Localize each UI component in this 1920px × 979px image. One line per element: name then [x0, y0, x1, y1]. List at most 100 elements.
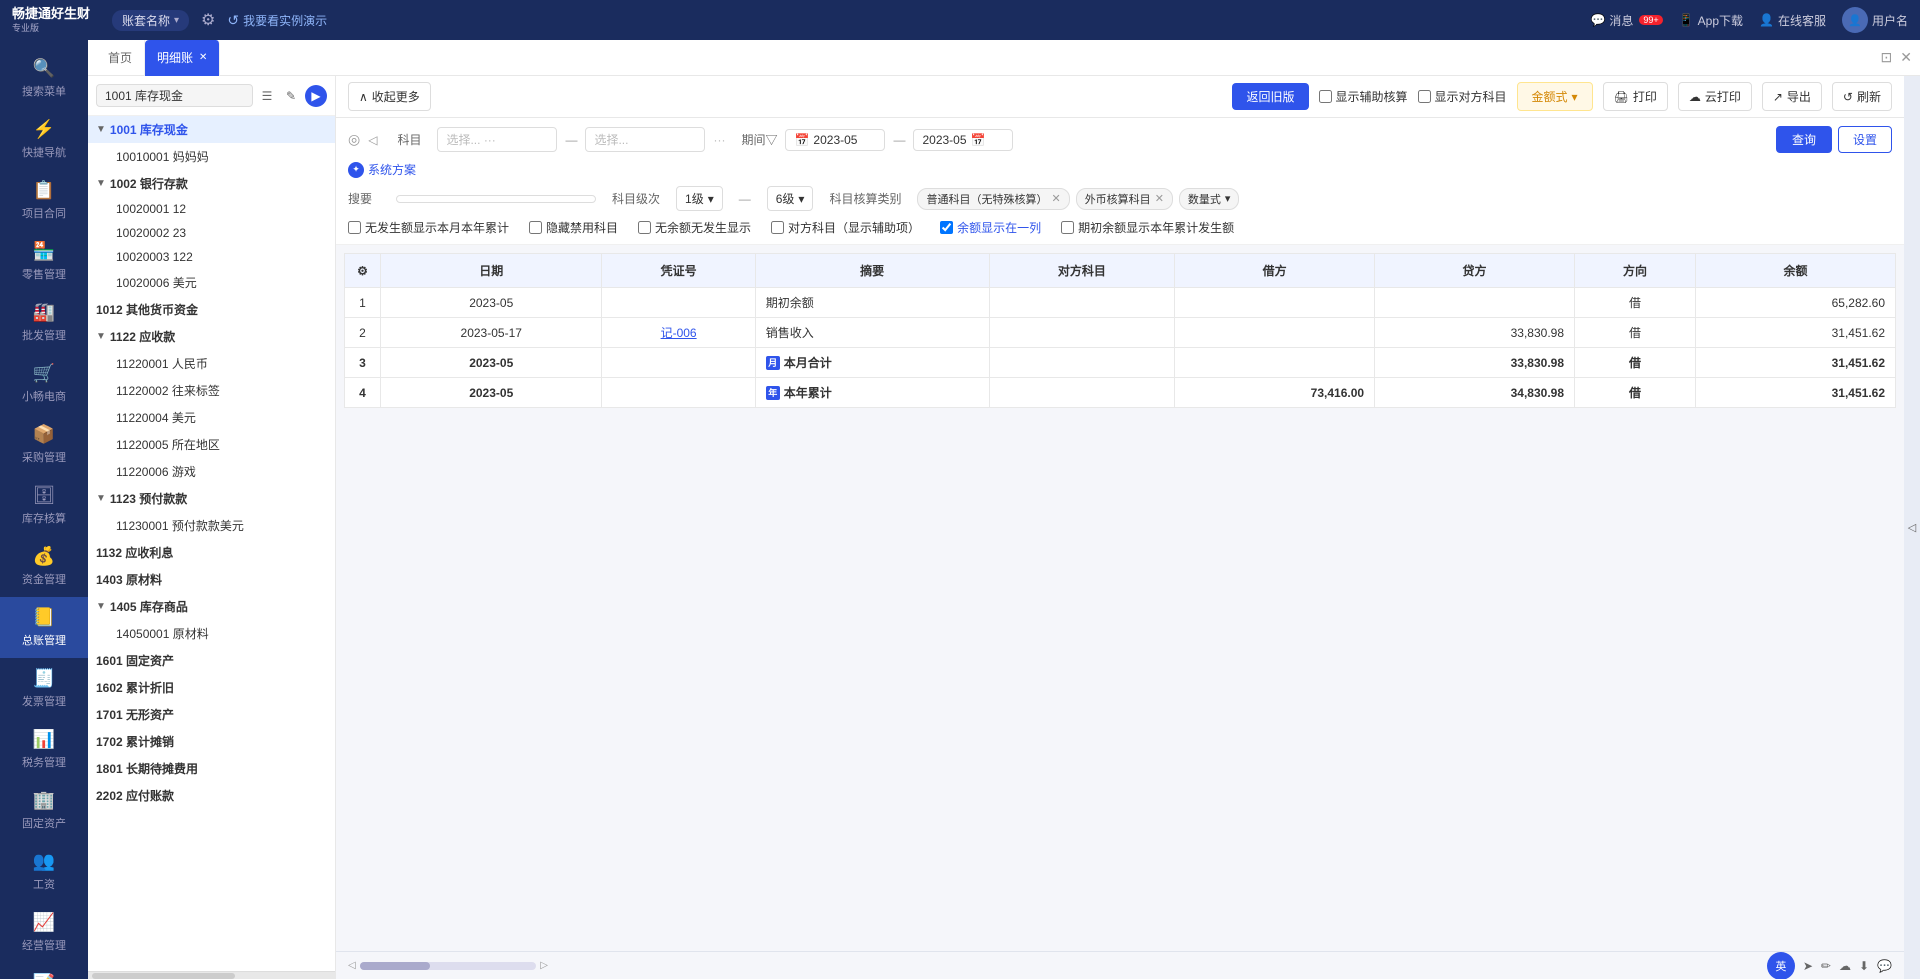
online-service-btn[interactable]: 👤 在线客服	[1759, 12, 1826, 29]
bottom-cloud-icon[interactable]: ☁	[1839, 959, 1851, 973]
list-item[interactable]: 1012 其他货币资金	[88, 296, 335, 323]
period-start-input[interactable]: 📅 2023-05	[785, 129, 885, 151]
sidebar-item-retail[interactable]: 🏪 零售管理	[0, 231, 88, 292]
account-from-input[interactable]: 选择... ···	[437, 127, 557, 152]
scroll-right-icon[interactable]: ▷	[540, 960, 548, 971]
category-tag-foreign[interactable]: 外币核算科目 ✕	[1076, 188, 1173, 210]
list-item[interactable]: 11220004 美元	[88, 404, 335, 431]
print-btn[interactable]: 🖨 打印	[1603, 82, 1668, 111]
list-item[interactable]: 1403 原材料	[88, 566, 335, 593]
settings-btn[interactable]: 设置	[1838, 126, 1892, 153]
list-item[interactable]: 1801 长期待摊费用	[88, 755, 335, 782]
query-filter-icon[interactable]: ◎	[348, 131, 360, 148]
list-item[interactable]: 1601 固定资产	[88, 647, 335, 674]
export-btn[interactable]: ↗ 导出	[1762, 82, 1822, 111]
list-item[interactable]: 1132 应收利息	[88, 539, 335, 566]
sidebar-item-operations[interactable]: 📈 经营管理	[0, 902, 88, 963]
list-item[interactable]: ▼ 1123 预付款款	[88, 485, 335, 512]
list-item[interactable]: ▼ 1122 应收款	[88, 323, 335, 350]
scroll-left-icon[interactable]: ◁	[348, 960, 356, 971]
list-item[interactable]: 10020006 美元	[88, 269, 335, 296]
tab-home[interactable]: 首页	[96, 40, 145, 76]
sidebar-item-contract[interactable]: 📋 项目合同	[0, 170, 88, 231]
list-item[interactable]: 10020002 23	[88, 221, 335, 245]
filter-arrow-btn[interactable]: ◁	[368, 133, 377, 147]
tab-detail[interactable]: 明细账 ✕	[145, 40, 220, 76]
sidebar-item-tax[interactable]: 📊 税务管理	[0, 719, 88, 780]
period-end-input[interactable]: 2023-05 📅	[913, 129, 1013, 151]
list-item[interactable]: 2202 应付账款	[88, 782, 335, 809]
sidebar-item-invoice[interactable]: 🧾 发票管理	[0, 658, 88, 719]
checkbox-hide-disabled[interactable]: 隐藏禁用科目	[529, 219, 618, 236]
close-window-icon[interactable]: ✕	[1900, 49, 1912, 66]
col-settings[interactable]: ⚙	[345, 254, 381, 288]
list-item[interactable]: 10020003 122	[88, 245, 335, 269]
account-to-input[interactable]: 选择...	[585, 127, 705, 152]
expand-filter-btn[interactable]: ∧ 收起更多	[348, 82, 431, 111]
message-btn[interactable]: 💬 消息 99+	[1590, 12, 1662, 29]
list-item[interactable]: 1701 无形资产	[88, 701, 335, 728]
category-tag-quantity[interactable]: 数量式 ▾	[1179, 188, 1240, 210]
system-plan-btn[interactable]: ✦ 系统方案	[348, 161, 416, 178]
list-item[interactable]: ▼ 1002 银行存款	[88, 170, 335, 197]
tag-close-icon[interactable]: ✕	[1051, 192, 1060, 205]
list-item[interactable]: 1602 累计折旧	[88, 674, 335, 701]
list-item[interactable]: 10010001 妈妈妈	[88, 143, 335, 170]
sidebar-item-salary[interactable]: 👥 工资	[0, 841, 88, 902]
account-tag[interactable]: 1001 库存现金	[96, 84, 253, 107]
sidebar-item-inventory[interactable]: 🗄 库存核算	[0, 475, 88, 536]
checkbox-no-balance[interactable]: 无余额无发生显示	[638, 219, 751, 236]
restore-window-icon[interactable]: ⊡	[1881, 49, 1893, 66]
sidebar-item-wholesale[interactable]: 🏭 批发管理	[0, 292, 88, 353]
bottom-chat-icon[interactable]: 💬	[1877, 959, 1892, 973]
account-selector[interactable]: 账套名称 ▾	[112, 10, 189, 31]
list-item[interactable]: 11230001 预付款款美元	[88, 512, 335, 539]
level-from-select[interactable]: 1级 ▾	[676, 186, 723, 211]
bottom-lang-btn[interactable]: 英	[1767, 952, 1795, 979]
list-item[interactable]: ▼ 1405 库存商品	[88, 593, 335, 620]
bottom-download-icon[interactable]: ⬇	[1859, 959, 1869, 973]
list-item[interactable]: 11220001 人民币	[88, 350, 335, 377]
list-item[interactable]: 11220002 往来标签	[88, 377, 335, 404]
search-btn[interactable]: 查询	[1776, 126, 1832, 153]
summary-input[interactable]	[396, 195, 596, 203]
category-tag-normal[interactable]: 普通科目（无特殊核算） ✕	[917, 188, 1069, 210]
show-contra-checkbox[interactable]: 显示对方科目	[1418, 88, 1507, 105]
sidebar-item-capital[interactable]: 💰 资金管理	[0, 536, 88, 597]
nav-forward-icon[interactable]: ▶	[305, 85, 327, 107]
checkbox-contra[interactable]: 对方科目（显示辅助项）	[771, 219, 920, 236]
row-voucher[interactable]: 记-006	[602, 318, 755, 348]
back-old-version-btn[interactable]: 返回旧版	[1232, 83, 1308, 110]
list-item[interactable]: 10020001 12	[88, 197, 335, 221]
list-item[interactable]: 1702 累计摊销	[88, 728, 335, 755]
level-to-select[interactable]: 6级 ▾	[767, 186, 814, 211]
sidebar-item-report[interactable]: 📝 小畅报销	[0, 963, 88, 979]
sidebar-item-shortcut[interactable]: ⚡ 快捷导航	[0, 109, 88, 170]
checkbox-no-occur[interactable]: 无发生额显示本月本年累计	[348, 219, 509, 236]
list-item[interactable]: 11220005 所在地区	[88, 431, 335, 458]
cloud-print-btn[interactable]: ☁ 云打印	[1678, 82, 1752, 111]
sidebar-item-ledger[interactable]: 📒 总账管理	[0, 597, 88, 658]
refresh-btn[interactable]: ↺ 刷新	[1832, 82, 1892, 111]
user-menu[interactable]: 👤 用户名	[1842, 7, 1908, 33]
list-item[interactable]: ▼ 1001 库存现金	[88, 116, 335, 143]
tag-close-icon[interactable]: ✕	[1155, 192, 1164, 205]
settings-icon[interactable]: ⚙	[201, 10, 215, 30]
format-btn[interactable]: 金额式 ▾	[1517, 82, 1593, 111]
sidebar-item-purchase[interactable]: 📦 采购管理	[0, 414, 88, 475]
right-side-expand-btn[interactable]: ◁	[1904, 76, 1920, 979]
bottom-edit-icon[interactable]: ✏	[1821, 959, 1831, 973]
checkbox-balance-col[interactable]: 余额显示在一列	[940, 219, 1041, 236]
list-item[interactable]: 11220006 游戏	[88, 458, 335, 485]
sidebar-item-assets[interactable]: 🏢 固定资产	[0, 780, 88, 841]
app-download-btn[interactable]: 📱 App下载	[1679, 12, 1743, 29]
horizontal-scrollbar[interactable]	[88, 971, 335, 979]
checkbox-beginning[interactable]: 期初余额显示本年累计发生额	[1061, 219, 1234, 236]
sidebar-item-ecommerce[interactable]: 🛒 小畅电商	[0, 353, 88, 414]
h-scrollbar[interactable]	[360, 962, 537, 970]
list-item[interactable]: 14050001 原材料	[88, 620, 335, 647]
show-aux-checkbox[interactable]: 显示辅助核算	[1319, 88, 1408, 105]
tab-close-icon[interactable]: ✕	[199, 52, 207, 63]
sidebar-item-search[interactable]: 🔍 搜索菜单	[0, 48, 88, 109]
period-filter-label[interactable]: 期间▽	[741, 131, 777, 148]
